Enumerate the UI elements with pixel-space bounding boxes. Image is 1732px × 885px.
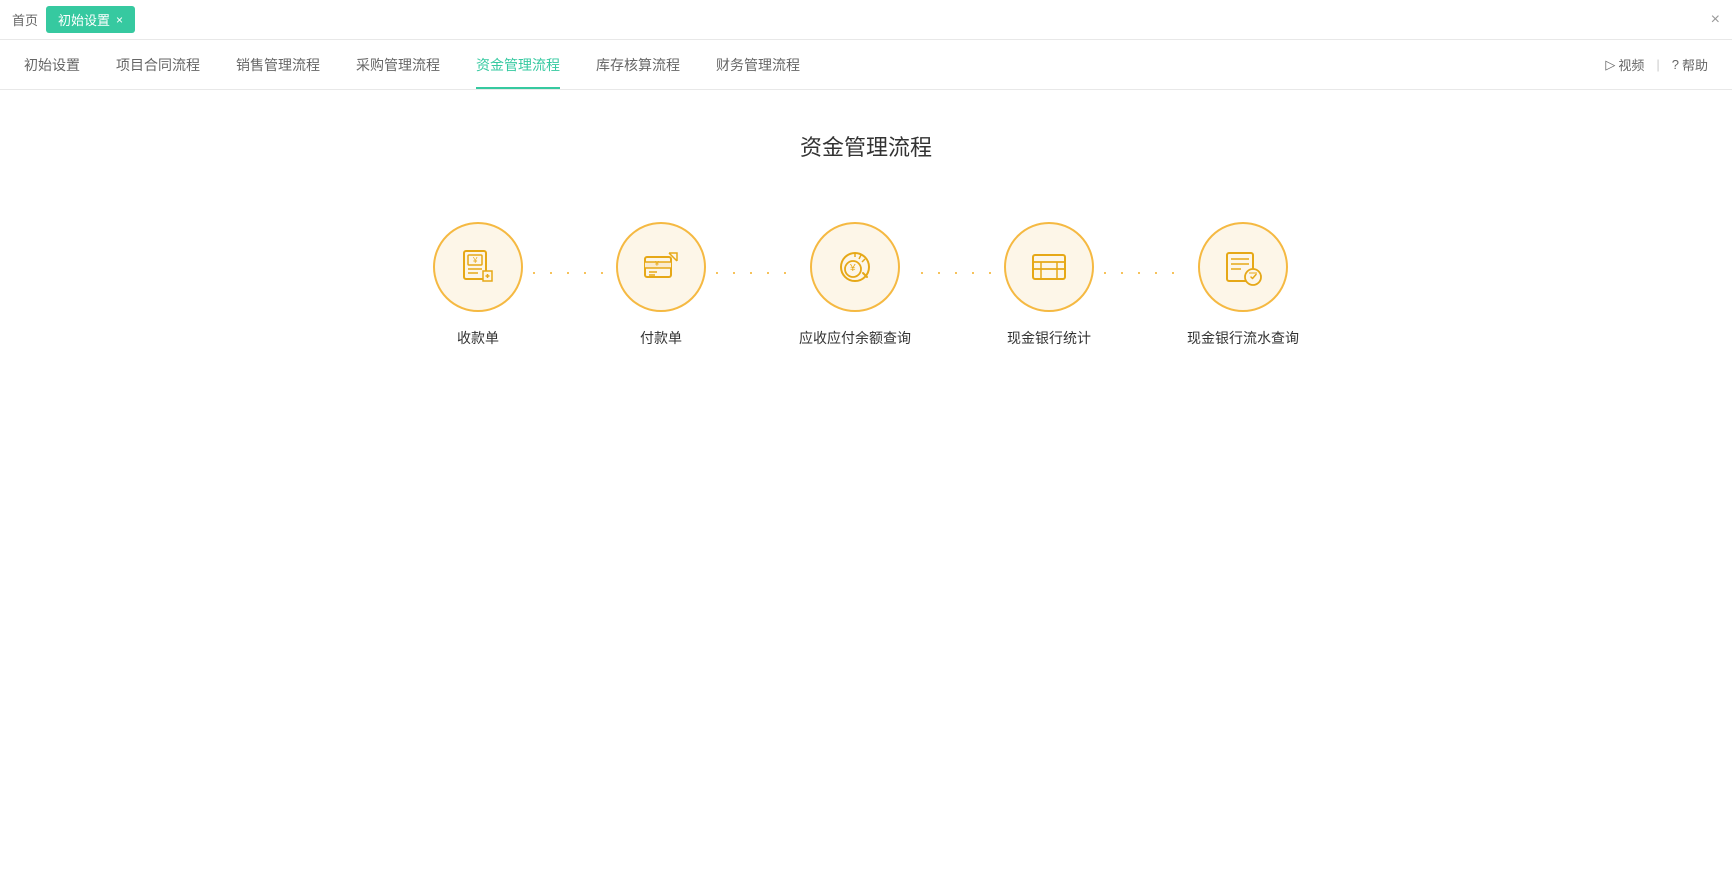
flow-label-payment: 付款单 [640, 328, 682, 348]
svg-text:¥: ¥ [655, 261, 659, 268]
nav-item-project[interactable]: 项目合同流程 [116, 40, 200, 89]
help-link[interactable]: ? 帮助 [1672, 55, 1708, 74]
flow-circle-cashbank [1004, 222, 1094, 312]
flow-label-cashflow: 现金银行流水查询 [1187, 328, 1299, 348]
flow-label-receipt: 收款单 [457, 328, 499, 348]
svg-text:¥: ¥ [849, 263, 856, 274]
nav-item-purchase[interactable]: 采购管理流程 [356, 40, 440, 89]
main-content: 资金管理流程 ¥ 收款单 · · · · · [0, 90, 1732, 388]
video-icon: ▷ [1605, 57, 1615, 73]
home-link[interactable]: 首页 [12, 10, 38, 29]
svg-text:¥: ¥ [472, 256, 478, 265]
flow-circle-payment: ¥ [616, 222, 706, 312]
page-title: 资金管理流程 [800, 130, 932, 162]
active-tab: 初始设置 × [46, 6, 135, 33]
cashflow-icon [1221, 245, 1265, 289]
receipt-icon: ¥ [456, 245, 500, 289]
flow-circle-balance: ¥ [810, 222, 900, 312]
nav-item-sales[interactable]: 销售管理流程 [236, 40, 320, 89]
dots-2: · · · · · [714, 262, 791, 309]
window-close-button[interactable]: × [1711, 11, 1720, 29]
flow-circle-receipt: ¥ [433, 222, 523, 312]
payment-icon: ¥ [639, 245, 683, 289]
dots-3: · · · · · [919, 262, 996, 309]
flow-item-payment[interactable]: ¥ 付款单 [616, 222, 706, 348]
nav-right: ▷ 视频 | ? 帮助 [1605, 55, 1708, 74]
flow-item-balance[interactable]: ¥ 应收应付余额查询 [799, 222, 911, 348]
top-bar: 首页 初始设置 × × [0, 0, 1732, 40]
nav-item-finance[interactable]: 财务管理流程 [716, 40, 800, 89]
flow-item-cashbank[interactable]: 现金银行统计 [1004, 222, 1094, 348]
flow-label-balance: 应收应付余额查询 [799, 328, 911, 348]
flow-container: ¥ 收款单 · · · · · ¥ [433, 222, 1299, 348]
video-link[interactable]: ▷ 视频 [1605, 55, 1644, 74]
nav-bar: 初始设置 项目合同流程 销售管理流程 采购管理流程 资金管理流程 库存核算流程 … [0, 40, 1732, 90]
top-bar-right: × [1711, 11, 1720, 29]
dots-4: · · · · · [1102, 262, 1179, 309]
balance-icon: ¥ [833, 245, 877, 289]
flow-label-cashbank: 现金银行统计 [1007, 328, 1091, 348]
flow-item-cashflow[interactable]: 现金银行流水查询 [1187, 222, 1299, 348]
flow-circle-cashflow [1198, 222, 1288, 312]
flow-item-receipt[interactable]: ¥ 收款单 [433, 222, 523, 348]
nav-item-init[interactable]: 初始设置 [24, 40, 80, 89]
nav-item-fund[interactable]: 资金管理流程 [476, 40, 560, 89]
help-icon: ? [1672, 57, 1679, 72]
nav-divider: | [1656, 57, 1659, 72]
help-label: 帮助 [1682, 55, 1708, 74]
cashbank-icon [1027, 245, 1071, 289]
dots-1: · · · · · [531, 262, 608, 309]
active-tab-close[interactable]: × [116, 13, 123, 27]
nav-item-stock[interactable]: 库存核算流程 [596, 40, 680, 89]
active-tab-label: 初始设置 [58, 10, 110, 29]
video-label: 视频 [1618, 55, 1644, 74]
